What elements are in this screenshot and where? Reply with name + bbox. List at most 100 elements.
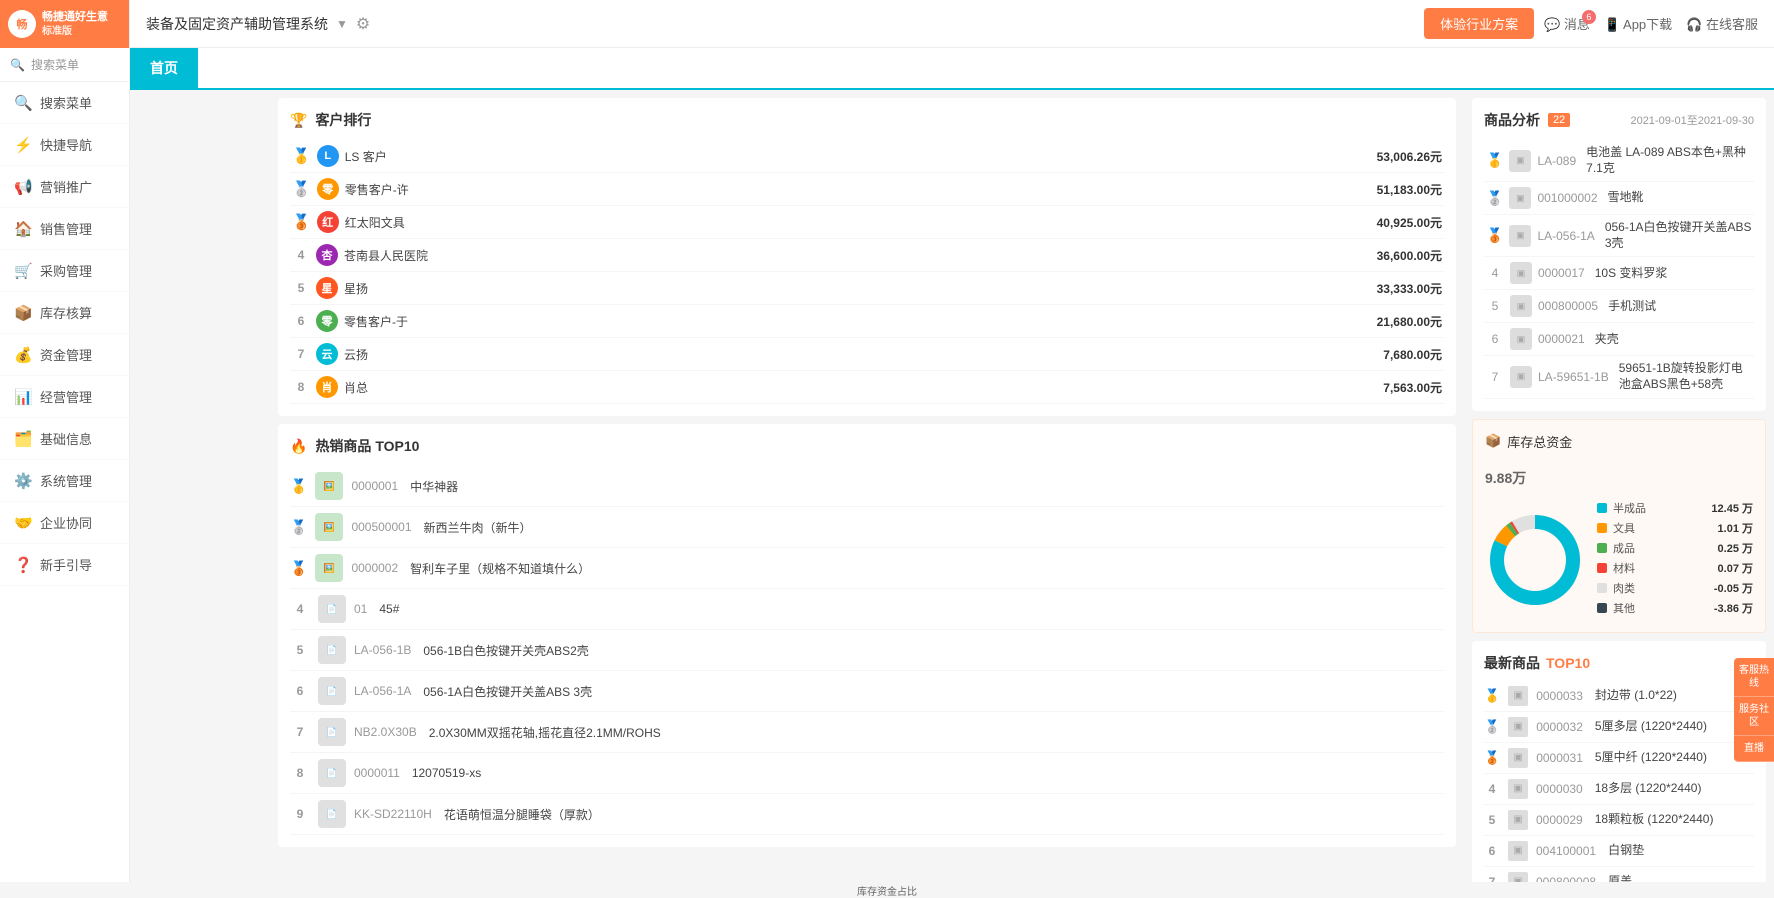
legend-name: 半成品 <box>1613 500 1705 516</box>
product-name: 中华神器 <box>410 478 458 495</box>
product-rank-row: 🥈 ▣ 001000002 雪地靴 <box>1484 182 1754 215</box>
sidebar-item-operation[interactable]: 📊经营管理 <box>0 376 129 418</box>
sidebar-item-search[interactable]: 🔍搜索菜单 <box>0 82 129 124</box>
topbar-right: 💬 消息 6 📱 App下载 🎧 在线客服 <box>1544 14 1758 33</box>
legend-color-dot <box>1597 583 1607 593</box>
product-thumb: ▣ <box>1508 841 1528 861</box>
customer-avatar: 零 <box>316 310 338 332</box>
product-code: KK-SD22110H <box>354 807 432 821</box>
sidebar-item-shortcut[interactable]: ⚡快捷导航 <box>0 124 129 166</box>
stock-legend-item: 成品 0.25 万 <box>1597 540 1753 556</box>
rank-num: 6 <box>1484 844 1500 858</box>
product-name: 12070519-xs <box>412 766 481 780</box>
stock-legend-item: 文具 1.01 万 <box>1597 520 1753 536</box>
legend-color-dot <box>1597 543 1607 553</box>
product-thumb: ▣ <box>1508 686 1528 706</box>
message-icon: 💬 <box>1544 17 1560 32</box>
product-code: LA-056-1A <box>354 684 411 698</box>
online-service-btn[interactable]: 🎧 在线客服 <box>1686 14 1758 33</box>
hot-product-row: 🥇 🖼️ 0000001 中华神器 <box>290 466 1444 507</box>
product-name: 原盖 <box>1608 874 1754 882</box>
float-btn-直播[interactable]: 直播 <box>1734 736 1774 762</box>
product-code: 0000011 <box>354 766 400 780</box>
sidebar-item-guide[interactable]: ❓新手引导 <box>0 544 129 586</box>
mobile-icon: 📱 <box>1604 17 1620 32</box>
product-rank-row: 6 ▣ 0000021 夹壳 <box>1484 323 1754 356</box>
sidebar-item-marketing[interactable]: 📢营销推广 <box>0 166 129 208</box>
customer-name: 红太阳文具 <box>345 214 1371 231</box>
legend-color-dot <box>1597 563 1607 573</box>
dropdown-arrow-icon[interactable]: ▼ <box>336 17 348 31</box>
settings-icon[interactable]: ⚙ <box>356 14 370 34</box>
product-code: 0000030 <box>1536 782 1583 796</box>
customer-amount: 51,183.00元 <box>1377 181 1442 198</box>
legend-color-dot <box>1597 503 1607 513</box>
messages-btn[interactable]: 💬 消息 6 <box>1544 14 1590 33</box>
rank-num: 8 <box>290 766 310 780</box>
legend-name: 文具 <box>1613 520 1712 536</box>
sidebar-item-basic[interactable]: 🗂️基础信息 <box>0 418 129 460</box>
customer-name: 苍南县人民医院 <box>344 247 1371 264</box>
app-download-btn[interactable]: 📱 App下载 <box>1604 14 1672 33</box>
product-thumb: ▣ <box>1508 779 1528 799</box>
customer-rank-row: 5 星 星扬 33,333.00元 <box>290 272 1444 305</box>
sidebar-item-sales[interactable]: 🏠销售管理 <box>0 208 129 250</box>
customer-rank-row: 6 零 零售客户-于 21,680.00元 <box>290 305 1444 338</box>
stock-donut-chart <box>1485 510 1585 610</box>
search-icon: 🔍 <box>10 58 25 72</box>
topbar-title: 装备及固定资产辅助管理系统 ▼ ⚙ <box>146 14 1414 34</box>
product-name: 18颗粒板 (1220*2440) <box>1595 812 1754 828</box>
product-image: 🖼️ <box>315 554 343 582</box>
sidebar-item-inventory[interactable]: 📦库存核算 <box>0 292 129 334</box>
sidebar-item-finance[interactable]: 💰资金管理 <box>0 334 129 376</box>
customer-rank-row: 🥇 L LS 客户 53,006.26元 <box>290 140 1444 173</box>
sidebar-item-cooperation[interactable]: 🤝企业协同 <box>0 502 129 544</box>
hot-product-row: 🥈 🖼️ 000500001 新西兰牛肉（新牛） <box>290 507 1444 548</box>
product-image: 📄 <box>318 759 346 787</box>
float-btn-客服热线[interactable]: 客服热线 <box>1734 658 1774 697</box>
rank-num: 9 <box>290 807 310 821</box>
product-code: 0000033 <box>1536 689 1583 703</box>
product-image: 📄 <box>318 800 346 828</box>
product-name: 智利车子里（规格不知道填什么） <box>410 560 590 577</box>
panel-product-rank: 商品分析 22 2021-09-01至2021-09-30 🥇 ▣ LA-089… <box>1464 90 1774 882</box>
operation-icon: 📊 <box>14 388 32 406</box>
product-image: 📄 <box>318 677 346 705</box>
tab-home[interactable]: 首页 <box>130 48 198 88</box>
product-name: 夹壳 <box>1595 332 1752 348</box>
customer-name: 云扬 <box>344 346 1377 363</box>
marketing-icon: 📢 <box>14 178 32 196</box>
search-menu[interactable]: 🔍 搜索菜单 <box>0 48 129 82</box>
customer-name: LS 客户 <box>345 148 1371 165</box>
medal-1-icon: 🥇 <box>1486 152 1503 169</box>
latest-product-row: 4 ▣ 0000030 18多层 (1220*2440) <box>1484 774 1754 805</box>
float-btn-服务社区[interactable]: 服务社区 <box>1734 697 1774 736</box>
logo-icon: 畅 <box>8 10 36 38</box>
customer-name: 星扬 <box>344 280 1371 297</box>
product-name: 10S 变料罗浆 <box>1595 266 1752 282</box>
product-name: 45# <box>379 602 399 616</box>
sidebar-item-purchase[interactable]: 🛒采购管理 <box>0 250 129 292</box>
legend-name: 肉类 <box>1613 580 1708 596</box>
rank-num: 4 <box>290 602 310 616</box>
trial-btn[interactable]: 体验行业方案 <box>1424 8 1534 39</box>
hot-product-row: 9 📄 KK-SD22110H 花语萌恒温分腿睡袋（厚款） <box>290 794 1444 835</box>
product-thumb: ▣ <box>1508 810 1528 830</box>
medal-1-icon: 🥇 <box>290 478 307 495</box>
legend-value: -3.86 万 <box>1714 600 1753 616</box>
hot-product-row: 🥉 🖼️ 0000002 智利车子里（规格不知道填什么） <box>290 548 1444 589</box>
customer-rank-row: 7 云 云扬 7,680.00元 <box>290 338 1444 371</box>
medal-3-icon: 🥉 <box>1484 750 1500 766</box>
product-code: 0000031 <box>1536 751 1583 765</box>
sidebar-item-system[interactable]: ⚙️系统管理 <box>0 460 129 502</box>
product-analysis-title: 商品分析 22 2021-09-01至2021-09-30 <box>1484 110 1754 130</box>
customer-avatar: 杏 <box>316 244 338 266</box>
product-name: 雪地靴 <box>1608 190 1752 206</box>
system-title: 装备及固定资产辅助管理系统 <box>146 14 328 34</box>
hot-product-row: 5 📄 LA-056-1B 056-1B白色按键开关壳ABS2壳 <box>290 630 1444 671</box>
product-code: 01 <box>354 602 367 616</box>
customer-rank-row: 🥈 零 零售客户-许 51,183.00元 <box>290 173 1444 206</box>
product-rank-right-list: 🥇 ▣ LA-089 电池盖 LA-089 ABS本色+黑种 7.1克 🥈 ▣ … <box>1484 140 1754 399</box>
stock-title: 📦 库存总资金 <box>1485 432 1753 451</box>
panel-middle: 🏆 客户排行 🥇 L LS 客户 53,006.26元 🥈 零 零售客户-许 5… <box>270 90 1464 882</box>
